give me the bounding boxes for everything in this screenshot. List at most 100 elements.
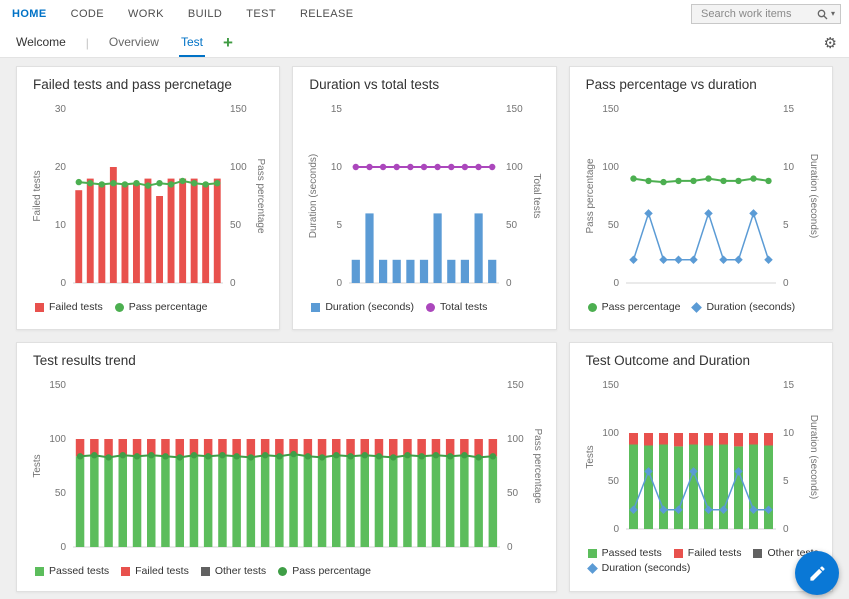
- legend-square-marker: [587, 548, 597, 558]
- nav-item-release[interactable]: RELEASE: [300, 8, 354, 20]
- gear-icon[interactable]: ⚙: [824, 28, 837, 58]
- tab-welcome[interactable]: Welcome: [14, 28, 68, 57]
- svg-text:Pass percentage: Pass percentage: [532, 428, 543, 503]
- tab-separator: |: [85, 35, 89, 50]
- legend-square-marker: [753, 548, 763, 558]
- svg-text:100: 100: [49, 434, 66, 445]
- svg-text:150: 150: [602, 380, 619, 391]
- nav-item-test[interactable]: TEST: [246, 8, 276, 20]
- chart-title: Pass percentage vs duration: [585, 77, 757, 92]
- widget-pass-duration: Pass percentage vs duration 0 50 100 150 0 5 1…: [568, 66, 833, 330]
- svg-text:Tests: Tests: [32, 454, 43, 477]
- chart-title: Failed tests and pass percnetage: [33, 77, 232, 92]
- legend-label: Failed tests: [687, 547, 742, 559]
- legend-item: Failed tests: [673, 547, 742, 559]
- edit-dashboard-button[interactable]: [795, 551, 839, 595]
- svg-text:Pass percentage: Pass percentage: [585, 158, 596, 233]
- chart-title: Test results trend: [33, 353, 136, 368]
- top-nav-bar: HOME CODE WORK BUILD TEST RELEASE ▾: [0, 0, 849, 28]
- svg-text:0: 0: [613, 524, 619, 535]
- legend-item: Pass percentage: [587, 301, 680, 313]
- svg-text:50: 50: [506, 220, 518, 231]
- svg-text:50: 50: [507, 488, 519, 499]
- legend-item: Pass percentage: [278, 565, 371, 577]
- chart-title: Test Outcome and Duration: [585, 353, 750, 368]
- svg-text:100: 100: [506, 162, 523, 173]
- svg-text:0: 0: [507, 542, 513, 553]
- legend-label: Pass percentage: [292, 565, 371, 577]
- svg-text:30: 30: [55, 104, 67, 115]
- svg-text:5: 5: [783, 476, 789, 487]
- legend-circle-marker: [278, 566, 288, 576]
- svg-text:15: 15: [783, 104, 795, 115]
- legend-item: Failed tests: [35, 301, 103, 313]
- search-scope-caret-icon[interactable]: ▾: [831, 10, 835, 18]
- svg-text:20: 20: [55, 162, 67, 173]
- legend-label: Failed tests: [49, 301, 103, 313]
- svg-text:150: 150: [49, 380, 66, 391]
- chart-title: Duration vs total tests: [309, 77, 440, 92]
- legend-diamond-marker: [691, 301, 703, 313]
- svg-text:Duration (seconds): Duration (seconds): [308, 154, 319, 238]
- svg-text:50: 50: [55, 488, 67, 499]
- edit-pencil-icon: [808, 564, 827, 583]
- svg-text:Total tests: Total tests: [531, 173, 542, 218]
- legend-square-marker: [311, 302, 321, 312]
- chart-canvas: 0 50 100 150 0 50 100 150 Tests Pass percentage: [32, 380, 543, 553]
- svg-text:150: 150: [602, 104, 619, 115]
- legend-item: Failed tests: [121, 565, 189, 577]
- chart-canvas: 051015050100150Duration (seconds) Total t…: [308, 104, 542, 289]
- widget-grid: Failed tests and pass percnetage 0 10 20 30…: [16, 66, 833, 592]
- svg-text:Duration (seconds): Duration (seconds): [808, 415, 819, 499]
- svg-text:0: 0: [230, 278, 236, 289]
- svg-text:150: 150: [506, 104, 523, 115]
- svg-text:10: 10: [331, 162, 343, 173]
- legend-item: Pass percentage: [114, 301, 208, 313]
- svg-text:Tests: Tests: [585, 445, 596, 468]
- chart-canvas: 0 10 20 30 0 50 100 150 Failed tests Pass percent…: [32, 104, 266, 289]
- dashboard-content: Failed tests and pass percnetage 0 10 20 30…: [0, 58, 849, 598]
- svg-text:5: 5: [783, 220, 789, 231]
- nav-item-home[interactable]: HOME: [12, 8, 47, 20]
- svg-text:100: 100: [230, 162, 247, 173]
- legend-label: Total tests: [440, 301, 488, 313]
- chart-area: 0 50 100 150 0 5 10 15 Pass percentage Duration (…: [582, 99, 820, 300]
- legend-item: Total tests: [426, 301, 487, 313]
- svg-text:100: 100: [507, 434, 524, 445]
- svg-text:Failed tests: Failed tests: [32, 170, 43, 221]
- svg-text:10: 10: [55, 220, 67, 231]
- chart-legend: Duration (seconds) Total tests: [305, 301, 543, 313]
- chart-legend: Pass percentage Duration (seconds): [582, 301, 820, 313]
- chart-area: 0 10 20 30 0 50 100 150 Failed tests Pass percent…: [29, 99, 267, 300]
- widget-failed-pass: Failed tests and pass percnetage 0 10 20 30…: [16, 66, 281, 330]
- legend-label: Pass percentage: [128, 301, 208, 313]
- add-dashboard-button[interactable]: +: [223, 28, 233, 57]
- widget-outcome-duration: Test Outcome and Duration 0 50 100 150 0 5 10 1…: [568, 342, 833, 592]
- chart-area: 0 5 10 15 0 50 100 150 Duration (seconds) Total t…: [305, 99, 543, 300]
- legend-label: Duration (seconds): [601, 562, 691, 574]
- svg-text:100: 100: [602, 428, 619, 439]
- chart-area: 0 50 100 150 0 5 10 15 Tests Duration (seconds): [582, 375, 820, 546]
- nav-item-work[interactable]: WORK: [128, 8, 164, 20]
- nav-item-build[interactable]: BUILD: [188, 8, 222, 20]
- legend-label: Other tests: [214, 565, 267, 577]
- search-box[interactable]: ▾: [691, 4, 841, 24]
- svg-text:50: 50: [608, 220, 620, 231]
- legend-square-marker: [35, 566, 44, 576]
- legend-item: Duration (seconds): [311, 301, 414, 313]
- legend-label: Failed tests: [135, 565, 189, 577]
- svg-text:0: 0: [60, 278, 66, 289]
- legend-item: Duration (seconds): [691, 301, 795, 313]
- legend-item: Duration (seconds): [586, 562, 691, 574]
- nav-item-code[interactable]: CODE: [71, 8, 104, 20]
- search-input[interactable]: [699, 7, 814, 21]
- search-icon[interactable]: [817, 9, 828, 20]
- svg-text:0: 0: [613, 278, 619, 289]
- tab-test[interactable]: Test: [178, 28, 205, 57]
- svg-text:0: 0: [783, 524, 789, 535]
- tab-overview[interactable]: Overview: [107, 28, 161, 57]
- svg-text:15: 15: [783, 380, 795, 391]
- widget-results-trend: Test results trend 0 50 100 150 0 50 100 150 Tes…: [16, 342, 557, 592]
- legend-label: Duration (seconds): [325, 301, 415, 313]
- legend-circle-marker: [114, 302, 124, 312]
